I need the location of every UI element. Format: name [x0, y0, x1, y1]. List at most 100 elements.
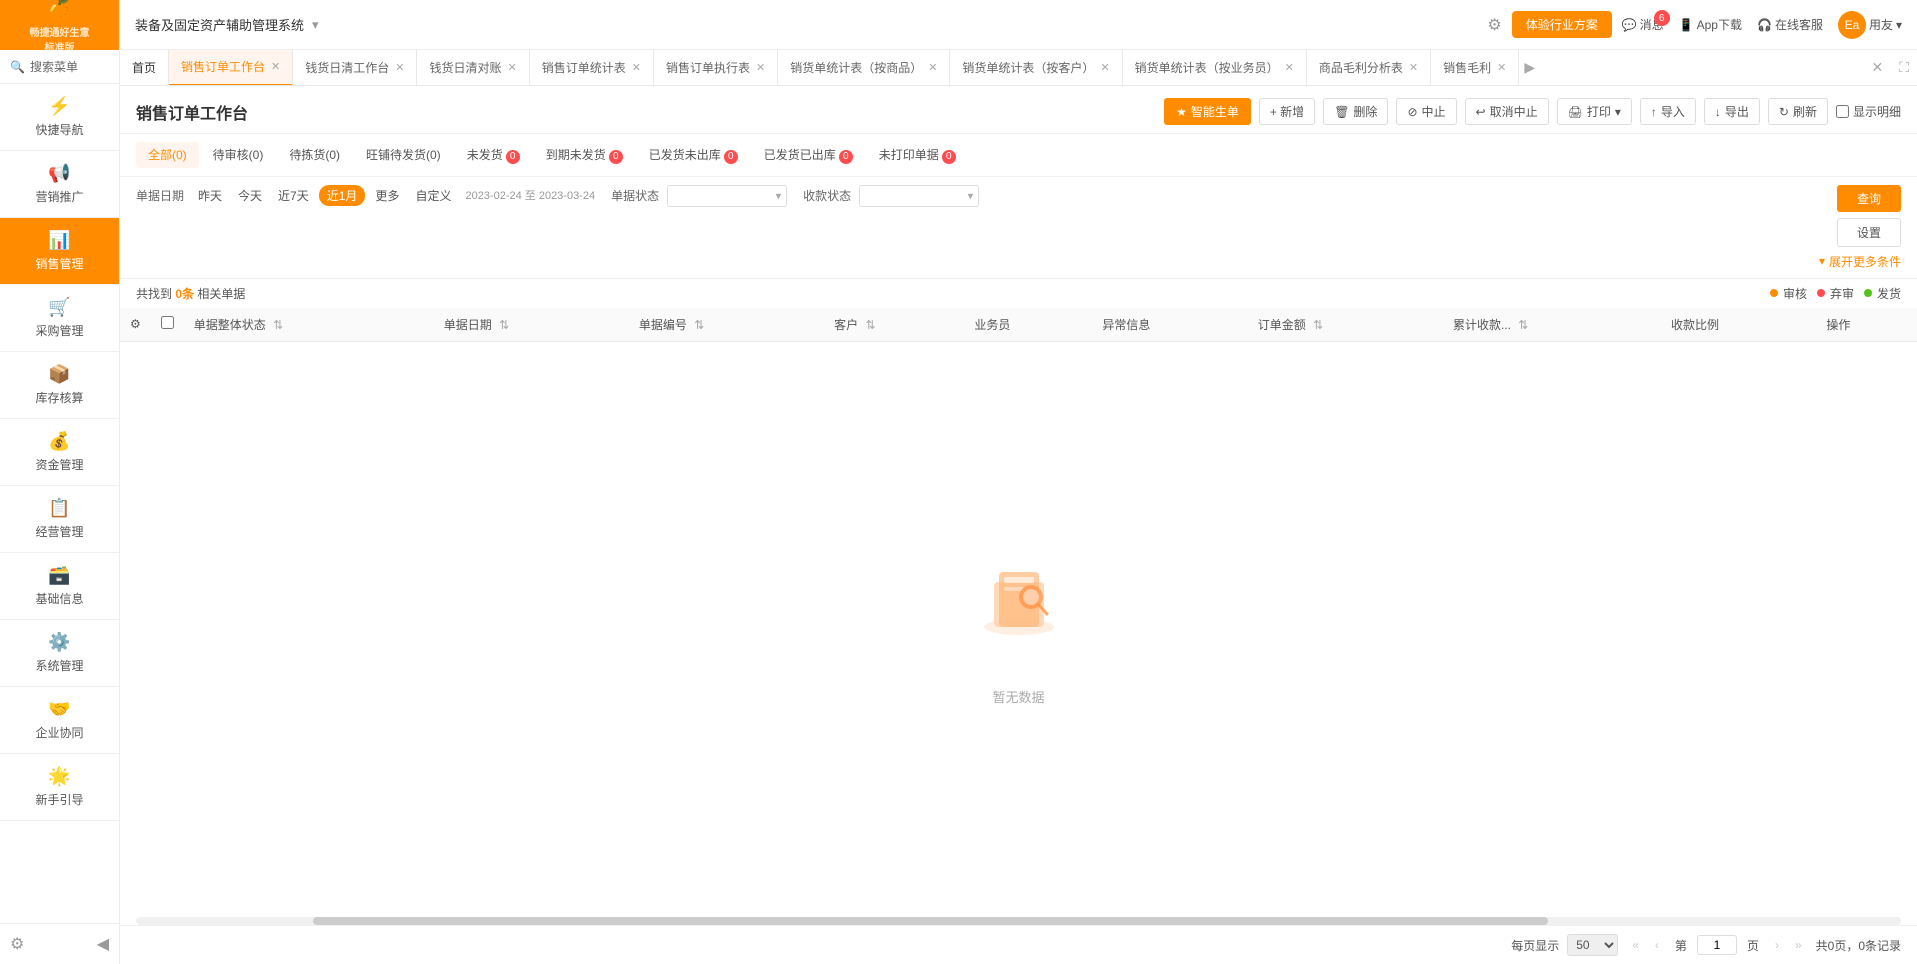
- filter-tab-all[interactable]: 全部(0): [136, 142, 199, 168]
- show-detail-checkbox[interactable]: [1836, 105, 1849, 118]
- date-opt-today[interactable]: 今天: [232, 185, 268, 206]
- delete-btn[interactable]: 🗑 删除: [1323, 98, 1388, 125]
- show-detail-checkbox-wrapper[interactable]: 显示明细: [1836, 103, 1901, 120]
- date-opt-more[interactable]: 更多: [369, 185, 405, 206]
- filter-tab-pending-pick[interactable]: 待拣货(0): [277, 142, 352, 168]
- sidebar-item-sales[interactable]: 📊 销售管理: [0, 218, 119, 285]
- date-opt-custom[interactable]: 自定义: [409, 185, 457, 206]
- sidebar-item-guide[interactable]: 🌟 新手引导: [0, 754, 119, 821]
- topbar-message[interactable]: 💬 消息 6: [1622, 16, 1664, 33]
- filter-tab-pending-review[interactable]: 待审核(0): [201, 142, 276, 168]
- tab-profit-analysis[interactable]: 商品毛利分析表 ✕: [1307, 50, 1431, 86]
- date-opt-1month[interactable]: 近1月: [319, 185, 366, 206]
- sidebar-item-purchase[interactable]: 🛒 采购管理: [0, 285, 119, 352]
- tab-goods-stats-customer[interactable]: 销货单统计表（按客户） ✕: [950, 50, 1122, 86]
- sidebar-collapse-icon[interactable]: ◀: [97, 934, 109, 954]
- tab-sales-stats[interactable]: 销售订单统计表 ✕: [530, 50, 654, 86]
- industry-btn[interactable]: 体验行业方案: [1512, 11, 1612, 38]
- export-btn[interactable]: ↓ 导出: [1704, 98, 1760, 125]
- topbar-online-service[interactable]: 🎧 在线客服: [1757, 16, 1823, 33]
- th-checkbox[interactable]: [151, 308, 184, 342]
- tab-sales-exec-label: 销售订单执行表: [666, 59, 750, 76]
- tab-cash-reconcile[interactable]: 钱货日清对账 ✕: [417, 50, 529, 86]
- filter-tab-shipped-out[interactable]: 已发货已出库0: [752, 142, 865, 168]
- filter-tab-wangpu-pending[interactable]: 旺铺待发货(0): [354, 142, 453, 168]
- payment-select[interactable]: [859, 185, 979, 207]
- sidebar-item-quicknav[interactable]: ⚡ 快捷导航: [0, 84, 119, 151]
- th-customer-sort[interactable]: ⇅: [865, 318, 875, 332]
- tab-cash-daily-close[interactable]: ✕: [395, 61, 404, 74]
- tab-close-all-icon[interactable]: ✕: [1863, 59, 1891, 76]
- status-select[interactable]: [667, 185, 787, 207]
- page-next-btn[interactable]: ›: [1769, 936, 1785, 954]
- sidebar-item-system[interactable]: ⚙️ 系统管理: [0, 620, 119, 687]
- date-opt-7days[interactable]: 近7天: [272, 185, 315, 206]
- tab-goods-stats-salesman-close[interactable]: ✕: [1285, 61, 1294, 74]
- tab-goods-stats-salesman[interactable]: 销货单统计表（按业务员） ✕: [1123, 50, 1307, 86]
- sidebar-settings-icon[interactable]: ⚙: [10, 934, 24, 954]
- sidebar-item-marketing[interactable]: 📢 营销推广: [0, 151, 119, 218]
- sidebar-item-enterprise[interactable]: 🤝 企业协同: [0, 687, 119, 754]
- expand-btn[interactable]: ▾ 展开更多条件: [1819, 253, 1901, 270]
- tab-maximize-icon[interactable]: ⛶: [1891, 59, 1917, 76]
- tab-sales-workbench[interactable]: 销售订单工作台 ✕: [169, 50, 293, 86]
- filter-tab-not-shipped[interactable]: 未发货0: [455, 142, 532, 168]
- review-action-btn[interactable]: 审核: [1770, 285, 1807, 302]
- th-settings[interactable]: ⚙: [120, 308, 151, 342]
- sidebar-item-finance[interactable]: 💰 资金管理: [0, 419, 119, 486]
- sidebar-search[interactable]: 🔍 搜索菜单: [0, 50, 119, 84]
- sidebar-item-inventory[interactable]: 📦 库存核算: [0, 352, 119, 419]
- tabs-next-icon[interactable]: ▶: [1519, 59, 1540, 76]
- topbar-gear-icon[interactable]: ⚙: [1487, 15, 1501, 35]
- tab-goods-stats-customer-close[interactable]: ✕: [1100, 61, 1109, 74]
- tab-sales-stats-close[interactable]: ✕: [632, 61, 641, 74]
- ship-dot: [1864, 289, 1872, 297]
- hscroll-bar[interactable]: [136, 917, 1901, 925]
- th-cumulative-receipt-sort[interactable]: ⇅: [1518, 318, 1528, 332]
- tab-sales-profit[interactable]: 销售毛利 ✕: [1431, 50, 1519, 86]
- smart-create-btn[interactable]: ★ 智能生单: [1164, 98, 1251, 125]
- print-btn[interactable]: 🖨 打印 ▾: [1557, 98, 1632, 125]
- tab-cash-reconcile-close[interactable]: ✕: [508, 61, 517, 74]
- query-btn[interactable]: 查询: [1837, 185, 1901, 212]
- import-btn[interactable]: ↑ 导入: [1640, 98, 1696, 125]
- topbar-app-download[interactable]: 📱 App下载: [1679, 16, 1742, 33]
- tab-sales-profit-close[interactable]: ✕: [1497, 61, 1506, 74]
- page-first-btn[interactable]: «: [1626, 936, 1645, 954]
- topbar-user[interactable]: Ea 用友 ▾: [1838, 11, 1902, 39]
- cancel-stop-btn[interactable]: ↩ 取消中止: [1465, 98, 1549, 125]
- tab-cash-daily[interactable]: 钱货日清工作台 ✕: [293, 50, 417, 86]
- setting-btn[interactable]: 设置: [1837, 218, 1901, 247]
- tab-goods-stats-product-close[interactable]: ✕: [928, 61, 937, 74]
- page-last-btn[interactable]: »: [1789, 936, 1808, 954]
- unreview-action-btn[interactable]: 弃审: [1817, 285, 1854, 302]
- th-doc-date-sort[interactable]: ⇅: [499, 318, 509, 332]
- th-doc-status-sort[interactable]: ⇅: [273, 318, 283, 332]
- filter-tab-not-printed[interactable]: 未打印单据0: [867, 142, 968, 168]
- date-opt-yesterday[interactable]: 昨天: [192, 185, 228, 206]
- th-order-amount-sort[interactable]: ⇅: [1313, 318, 1323, 332]
- filter-tab-expired-not-shipped[interactable]: 到期未发货0: [534, 142, 635, 168]
- sidebar-item-operations[interactable]: 📋 经营管理: [0, 486, 119, 553]
- page-prev-btn[interactable]: ‹: [1649, 936, 1665, 954]
- tab-home[interactable]: 首页: [120, 50, 169, 86]
- new-btn[interactable]: + 新增: [1259, 98, 1315, 125]
- system-dropdown-icon[interactable]: ▾: [312, 17, 319, 33]
- print-icon: 🖨: [1568, 105, 1583, 119]
- filter-tab-shipped-not-out[interactable]: 已发货未出库0: [637, 142, 750, 168]
- th-doc-no-sort[interactable]: ⇅: [694, 318, 704, 332]
- tab-sales-workbench-close[interactable]: ✕: [271, 60, 280, 73]
- tab-goods-stats-product[interactable]: 销货单统计表（按商品） ✕: [778, 50, 950, 86]
- tab-sales-exec[interactable]: 销售订单执行表 ✕: [654, 50, 778, 86]
- ship-action-btn[interactable]: 发货: [1864, 285, 1901, 302]
- marketing-label: 营销推广: [35, 188, 83, 205]
- tab-sales-exec-close[interactable]: ✕: [756, 61, 765, 74]
- stop-btn[interactable]: ⊘ 中止: [1396, 98, 1456, 125]
- tab-profit-analysis-close[interactable]: ✕: [1409, 61, 1418, 74]
- page-input[interactable]: [1697, 935, 1737, 955]
- sidebar-item-basicinfo[interactable]: 🗃️ 基础信息: [0, 553, 119, 620]
- hscroll-thumb[interactable]: [313, 917, 1549, 925]
- refresh-btn[interactable]: ↻ 刷新: [1768, 98, 1828, 125]
- select-all-checkbox[interactable]: [161, 316, 174, 329]
- per-page-select[interactable]: 20 50 100: [1567, 934, 1618, 956]
